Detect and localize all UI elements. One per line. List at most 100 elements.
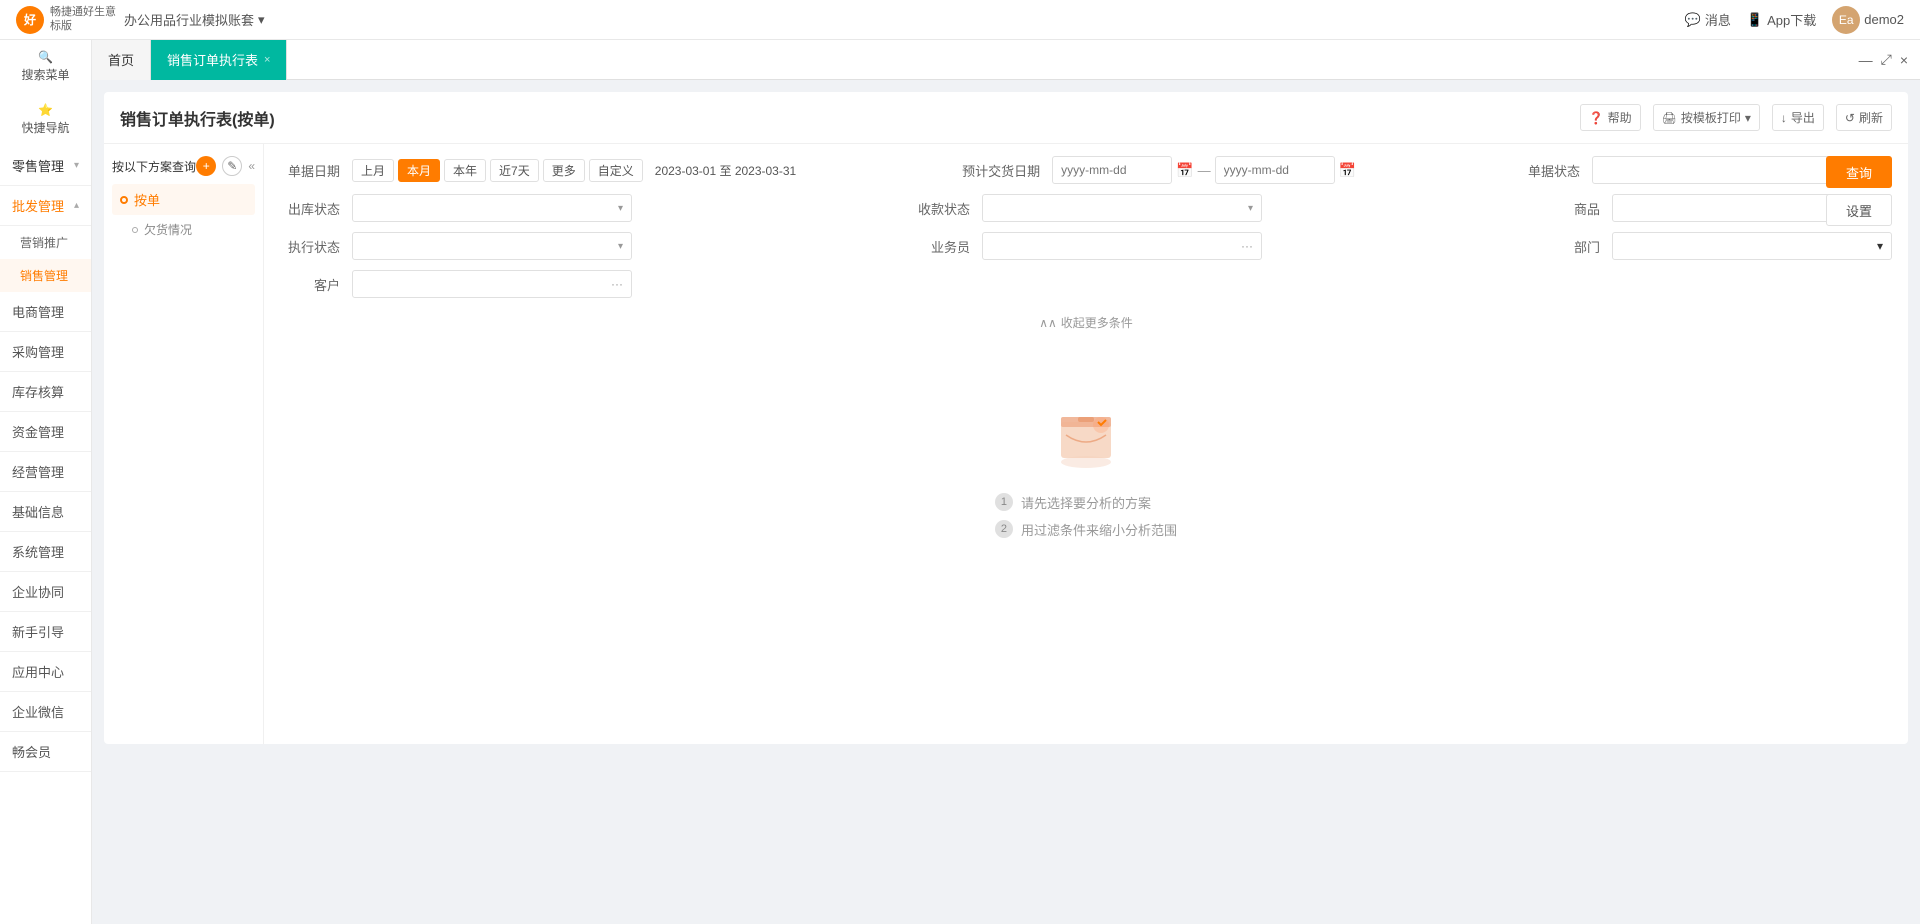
main-layout: 🔍 搜索菜单 ⭐ 快捷导航 零售管理 ▾ 批发管理 ▴ 营销推广 销售管理 电商… [0,40,1920,924]
customer-input[interactable]: ··· [352,270,632,298]
salesman-label: 业务员 [910,237,970,256]
dept-select[interactable]: ▾ [1612,232,1892,260]
sidebar-item-ecommerce[interactable]: 电商管理 [0,292,91,332]
calendar-icon-1: 📅 [1176,162,1193,179]
star-icon: ⭐ [38,103,53,117]
export-button[interactable]: ↓ 导出 [1772,104,1824,131]
customer-more-icon[interactable]: ··· [611,277,623,291]
date-btn-last-month[interactable]: 上月 [352,159,394,182]
edit-scheme-button[interactable]: ✎ [222,156,242,176]
sidebar-item-base-info[interactable]: 基础信息 [0,492,91,532]
scheme-item-shortage[interactable]: 欠货情况 [112,215,255,244]
tab-home[interactable]: 首页 [92,40,151,80]
sidebar-item-purchase[interactable]: 采购管理 [0,332,91,372]
query-button[interactable]: 查询 [1826,156,1892,188]
collect-status-arrow-icon: ▾ [1248,203,1253,214]
collect-status-label: 收款状态 [910,199,970,218]
print-button[interactable]: 🖨 按模板打印 ▾ [1653,104,1760,131]
left-panel-actions: + ✎ « [196,156,255,176]
sidebar-item-app-center[interactable]: 应用中心 [0,652,91,692]
sidebar-item-shortcut[interactable]: ⭐ 快捷导航 [0,93,91,146]
app-download-button[interactable]: 📱 App下载 [1747,10,1816,29]
page-header: 销售订单执行表(按单) ❓ 帮助 🖨 按模板打印 ▾ ↓ 导出 [104,92,1908,144]
goods-label: 商品 [1540,199,1600,218]
export-icon: ↓ [1781,111,1787,125]
empty-step-2: 2 用过滤条件来缩小分析范围 [995,520,1177,539]
help-icon: ❓ [1589,111,1604,125]
out-status-label: 出库状态 [280,199,340,218]
close-window-icon[interactable]: × [1900,52,1908,68]
sidebar-item-corp-collab[interactable]: 企业协同 [0,572,91,612]
date-range-display: 2023-03-01 至 2023-03-31 [655,162,796,179]
date-btn-this-month[interactable]: 本月 [398,159,440,182]
sidebar-item-search[interactable]: 🔍 搜索菜单 [0,40,91,93]
salesman-input[interactable]: ··· [982,232,1262,260]
sidebar-item-newbie[interactable]: 新手引导 [0,612,91,652]
left-panel: 按以下方案查询 + ✎ « 按单 欠货情况 [104,144,264,744]
customer-label: 客户 [280,275,340,294]
user-avatar-button[interactable]: Ea demo2 [1832,6,1904,34]
expected-date-from-input[interactable] [1052,156,1172,184]
query-actions: 查询 设置 [1826,156,1892,226]
left-panel-header: 按以下方案查询 + ✎ « [112,156,255,176]
add-scheme-button[interactable]: + [196,156,216,176]
print-icon: 🖨 [1662,111,1677,125]
out-status-select[interactable]: ▾ [352,194,632,222]
empty-state-icon [1046,397,1126,477]
sidebar: 🔍 搜索菜单 ⭐ 快捷导航 零售管理 ▾ 批发管理 ▴ 营销推广 销售管理 电商… [0,40,92,924]
date-btn-more[interactable]: 更多 [543,159,585,182]
sidebar-item-sales-mgmt[interactable]: 销售管理 [0,259,91,292]
expected-date-to-input[interactable] [1215,156,1335,184]
tab-sales-exec[interactable]: 销售订单执行表 × [151,40,287,80]
chevron-right-icon: ▾ [74,160,79,171]
logo-icon: 好 [16,6,44,34]
sidebar-item-retail[interactable]: 零售管理 ▾ [0,146,91,186]
help-button[interactable]: ❓ 帮助 [1580,104,1641,131]
message-icon: 💬 [1685,12,1701,28]
top-bar-right: 💬 消息 📱 App下载 Ea demo2 [1685,6,1904,34]
chevron-down-icon-2: ▴ [74,200,79,211]
tab-close-icon[interactable]: × [264,54,270,66]
out-status-arrow-icon: ▾ [618,203,623,214]
date-btn-this-year[interactable]: 本年 [444,159,486,182]
set-button[interactable]: 设置 [1826,194,1892,226]
date-btn-custom[interactable]: 自定义 [589,159,643,182]
chevron-down-icon: ▾ [258,12,265,28]
empty-steps: 1 请先选择要分析的方案 2 用过滤条件来缩小分析范围 [995,493,1177,547]
header-actions: ❓ 帮助 🖨 按模板打印 ▾ ↓ 导出 ↺ 刷新 [1580,104,1892,131]
maximize-window-icon[interactable]: ⤢ [1881,51,1892,68]
collapse-filter-button[interactable]: ∧∧ 收起更多条件 [280,308,1892,337]
refresh-button[interactable]: ↺ 刷新 [1836,104,1892,131]
salesman-more-icon[interactable]: ··· [1241,239,1253,253]
exec-status-arrow-icon: ▾ [618,241,623,252]
sidebar-item-corp-wechat[interactable]: 企业微信 [0,692,91,732]
sidebar-item-member[interactable]: 畅会员 [0,732,91,772]
top-bar: 好 畅捷通好生意 标版 办公用品行业模拟账套 ▾ 💬 消息 📱 App下载 Ea… [0,0,1920,40]
filter-row-date: 单据日期 上月 本月 本年 近7天 更多 自定义 2023-03-01 至 20… [280,156,1892,184]
sidebar-item-marketing[interactable]: 营销推广 [0,226,91,259]
tab-bar-actions: — ⤢ × [1859,51,1920,68]
expected-date-label: 预计交货日期 [960,161,1040,180]
print-dropdown-icon: ▾ [1745,111,1751,125]
sidebar-item-inventory[interactable]: 库存核算 [0,372,91,412]
collect-status-select[interactable]: ▾ [982,194,1262,222]
exec-status-select[interactable]: ▾ [352,232,632,260]
doc-status-label: 单据状态 [1520,161,1580,180]
minimize-window-icon[interactable]: — [1859,52,1873,68]
company-select[interactable]: 办公用品行业模拟账套 ▾ [124,10,265,29]
filter-row-4: 客户 ··· [280,270,1892,298]
date-label: 单据日期 [280,161,340,180]
scheme-item-by-order[interactable]: 按单 [112,184,255,215]
message-button[interactable]: 💬 消息 [1685,10,1731,29]
content-body: 按以下方案查询 + ✎ « 按单 欠货情况 [104,144,1908,744]
sidebar-item-system[interactable]: 系统管理 [0,532,91,572]
collapse-panel-button[interactable]: « [248,159,255,173]
content-area: 首页 销售订单执行表 × — ⤢ × 销售订单执行表(按单) ❓ 帮助 [92,40,1920,924]
sidebar-item-finance[interactable]: 资金管理 [0,412,91,452]
date-btn-last-7days[interactable]: 近7天 [490,159,539,182]
right-panel-inner: 查询 设置 单据日期 上月 本月 本年 近7天 更多 [280,156,1892,337]
download-icon: 📱 [1747,12,1763,28]
sidebar-item-operations[interactable]: 经营管理 [0,452,91,492]
logo-area: 好 畅捷通好生意 标版 [16,6,116,34]
sidebar-item-wholesale[interactable]: 批发管理 ▴ [0,186,91,226]
